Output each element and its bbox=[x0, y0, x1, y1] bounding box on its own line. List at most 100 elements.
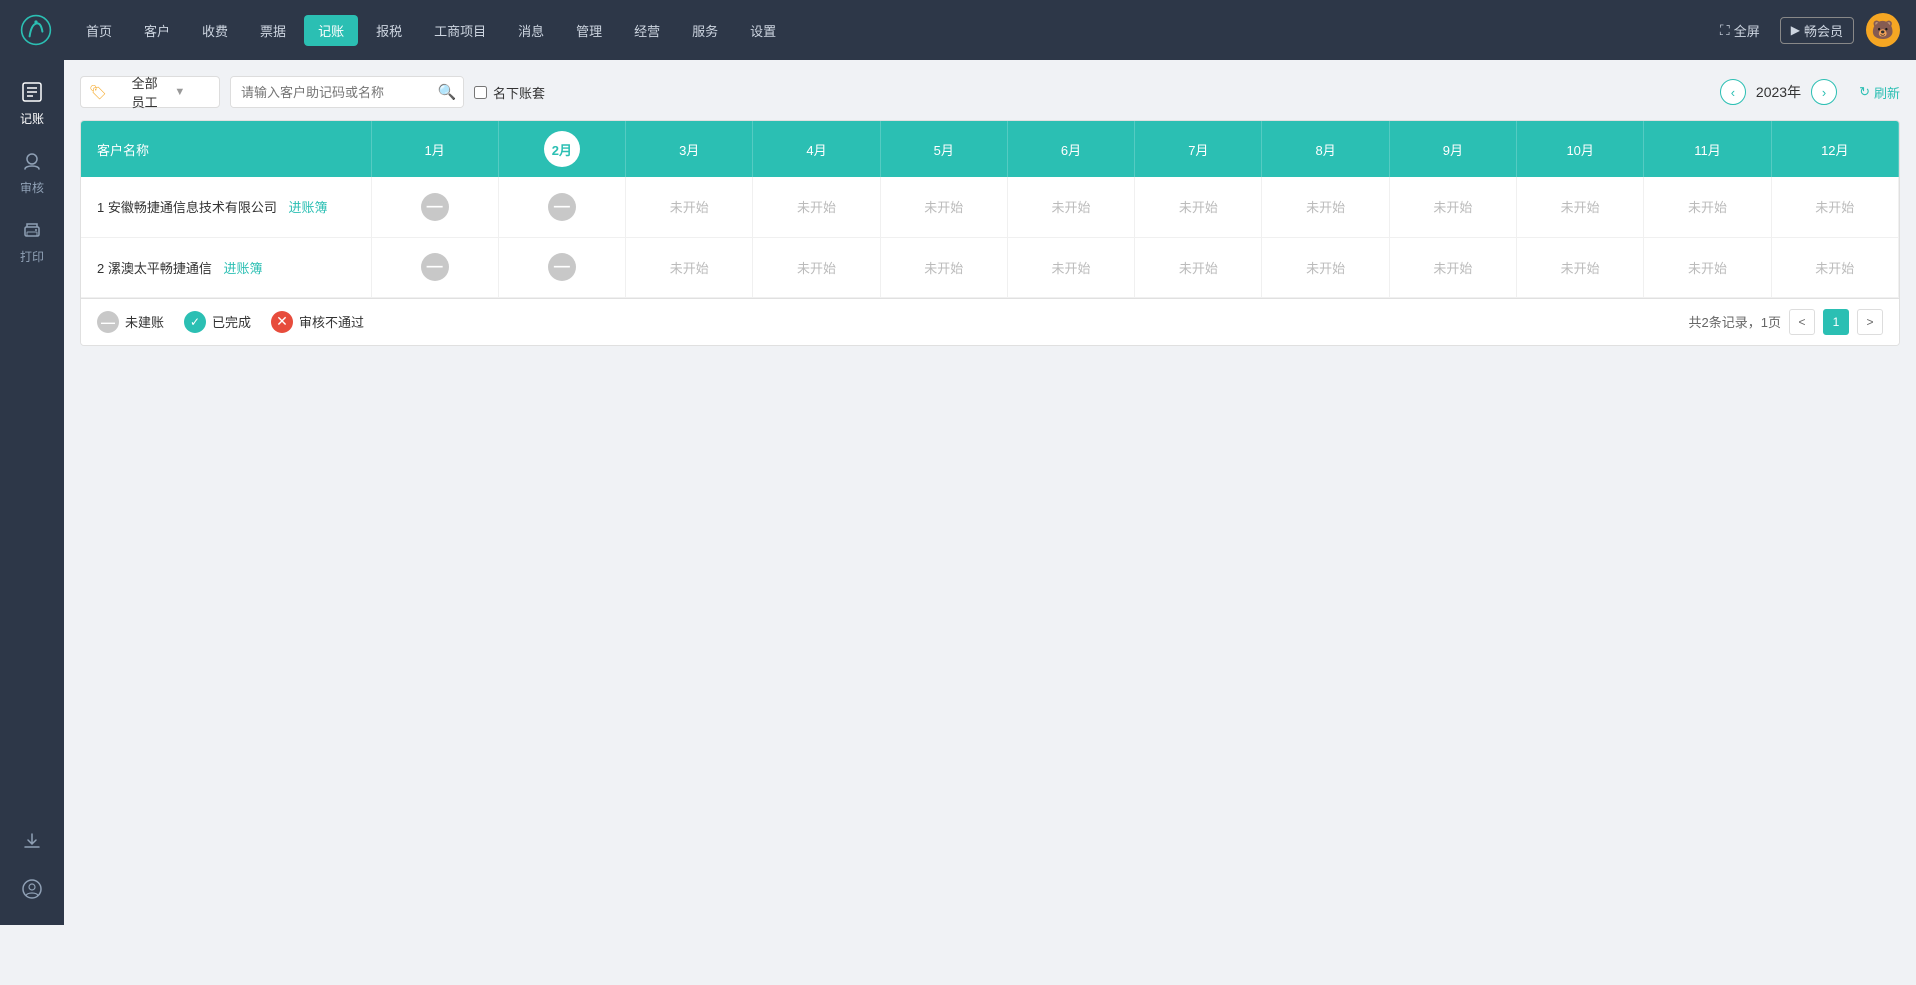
row1-jul: 未开始 bbox=[1135, 177, 1262, 237]
status-dash-icon: — bbox=[421, 193, 449, 221]
sidebar-label-accounting: 记账 bbox=[20, 110, 44, 127]
sidebar-bottom bbox=[0, 817, 64, 925]
col-apr: 4月 bbox=[753, 121, 880, 177]
row1-feb: — bbox=[498, 177, 625, 237]
search-input[interactable] bbox=[231, 77, 431, 107]
row2-feb: — bbox=[498, 237, 625, 297]
nav-manage[interactable]: 管理 bbox=[562, 15, 616, 46]
nav-message[interactable]: 消息 bbox=[504, 15, 558, 46]
sidebar-item-review[interactable]: 审核 bbox=[0, 137, 64, 206]
not-started-label: 未开始 bbox=[1306, 200, 1345, 215]
client-index-2: 2 bbox=[97, 261, 108, 276]
legend-rejected: ✕ 审核不通过 bbox=[271, 311, 364, 333]
prev-page-button[interactable]: < bbox=[1789, 309, 1815, 335]
row2-sep: 未开始 bbox=[1389, 237, 1516, 297]
next-year-button[interactable]: › bbox=[1811, 79, 1837, 105]
my-account-text: 名下账套 bbox=[493, 83, 545, 102]
row2-mar: 未开始 bbox=[626, 237, 753, 297]
not-started-label: 未开始 bbox=[1306, 261, 1345, 276]
not-started-label: 未开始 bbox=[670, 200, 709, 215]
row2-jan: — bbox=[371, 237, 498, 297]
nav-business[interactable]: 工商项目 bbox=[420, 15, 500, 46]
sidebar-item-accounting[interactable]: 记账 bbox=[0, 68, 64, 137]
year-label: 2023年 bbox=[1756, 82, 1801, 102]
pagination: 共2条记录，1页 < 1 > bbox=[1689, 309, 1883, 335]
nav-operation[interactable]: 经营 bbox=[620, 15, 674, 46]
client-name-1: 安徽畅捷通信息技术有限公司 bbox=[108, 200, 277, 215]
sidebar-item-print[interactable]: 打印 bbox=[0, 206, 64, 275]
row1-aug: 未开始 bbox=[1262, 177, 1389, 237]
col-jun: 6月 bbox=[1007, 121, 1134, 177]
my-account-label[interactable]: 名下账套 bbox=[474, 83, 545, 102]
sidebar-label-print: 打印 bbox=[20, 248, 44, 265]
next-page-button[interactable]: > bbox=[1857, 309, 1883, 335]
row1-apr: 未开始 bbox=[753, 177, 880, 237]
toolbar: 🏷 全部员工 ▼ 🔍 名下账套 ‹ 2023年 › ↻ 刷新 bbox=[80, 76, 1900, 108]
play-icon: ▶ bbox=[1791, 23, 1800, 37]
row2-apr: 未开始 bbox=[753, 237, 880, 297]
not-started-label: 未开始 bbox=[1561, 200, 1600, 215]
not-started-label: 未开始 bbox=[1052, 261, 1091, 276]
col-nov: 11月 bbox=[1644, 121, 1771, 177]
row1-mar: 未开始 bbox=[626, 177, 753, 237]
nav-accounting[interactable]: 记账 bbox=[304, 15, 358, 46]
main-content: 🏷 全部员工 ▼ 🔍 名下账套 ‹ 2023年 › ↻ 刷新 bbox=[64, 60, 1916, 925]
not-started-label: 未开始 bbox=[670, 261, 709, 276]
col-feb: 2月 bbox=[498, 121, 625, 177]
nav-invoice[interactable]: 票据 bbox=[246, 15, 300, 46]
enter-link-2[interactable]: 进账簿 bbox=[223, 261, 262, 276]
nav-home[interactable]: 首页 bbox=[72, 15, 126, 46]
legend-not-created: — 未建账 bbox=[97, 311, 164, 333]
vip-label: 畅会员 bbox=[1804, 21, 1843, 40]
nav-service[interactable]: 服务 bbox=[678, 15, 732, 46]
row1-jun: 未开始 bbox=[1007, 177, 1134, 237]
legend-completed: ✓ 已完成 bbox=[184, 311, 251, 333]
app-logo bbox=[16, 10, 56, 50]
col-sep: 9月 bbox=[1389, 121, 1516, 177]
table-scroll-area[interactable]: 客户名称 1月 2月 3月 4月 5月 6月 7月 8月 9月 10月 11月 bbox=[81, 121, 1899, 298]
not-started-label: 未开始 bbox=[1688, 200, 1727, 215]
legend-completed-label: 已完成 bbox=[212, 312, 251, 331]
table-footer: — 未建账 ✓ 已完成 ✕ 审核不通过 共2条记录，1页 < 1 > bbox=[81, 298, 1899, 345]
refresh-button[interactable]: ↻ 刷新 bbox=[1859, 83, 1900, 102]
avatar[interactable]: 🐻 bbox=[1866, 13, 1900, 47]
nav-tax[interactable]: 报税 bbox=[362, 15, 416, 46]
accounting-icon bbox=[18, 78, 46, 106]
sidebar-item-user-circle[interactable] bbox=[0, 865, 64, 913]
total-records: 共2条记录，1页 bbox=[1689, 312, 1781, 331]
row1-oct: 未开始 bbox=[1517, 177, 1644, 237]
status-dash-icon: — bbox=[421, 253, 449, 281]
status-dash-icon: — bbox=[548, 193, 576, 221]
nav-fee[interactable]: 收费 bbox=[188, 15, 242, 46]
user-circle-icon bbox=[18, 875, 46, 903]
prev-year-button[interactable]: ‹ bbox=[1720, 79, 1746, 105]
not-started-label: 未开始 bbox=[1179, 200, 1218, 215]
not-started-label: 未开始 bbox=[797, 261, 836, 276]
row1-dec: 未开始 bbox=[1771, 177, 1898, 237]
col-jul: 7月 bbox=[1135, 121, 1262, 177]
fullscreen-button[interactable]: ⛶ 全屏 bbox=[1712, 17, 1768, 44]
col-dec: 12月 bbox=[1771, 121, 1898, 177]
not-started-label: 未开始 bbox=[924, 200, 963, 215]
row1-jan: — bbox=[371, 177, 498, 237]
row2-oct: 未开始 bbox=[1517, 237, 1644, 297]
download-icon bbox=[18, 827, 46, 855]
enter-link-1[interactable]: 进账簿 bbox=[288, 200, 327, 215]
nav-settings[interactable]: 设置 bbox=[736, 15, 790, 46]
vip-button[interactable]: ▶ 畅会员 bbox=[1780, 17, 1854, 44]
sidebar-item-download[interactable] bbox=[0, 817, 64, 865]
row2-aug: 未开始 bbox=[1262, 237, 1389, 297]
employee-select[interactable]: 🏷 全部员工 ▼ bbox=[80, 76, 220, 108]
my-account-checkbox[interactable] bbox=[474, 86, 487, 99]
nav-client[interactable]: 客户 bbox=[130, 15, 184, 46]
chevron-down-icon: ▼ bbox=[174, 86, 211, 98]
employee-icon: 🏷 bbox=[89, 84, 126, 101]
status-dash-icon: — bbox=[548, 253, 576, 281]
review-icon bbox=[18, 147, 46, 175]
not-started-label: 未开始 bbox=[797, 200, 836, 215]
row2-jun: 未开始 bbox=[1007, 237, 1134, 297]
search-button[interactable]: 🔍 bbox=[431, 76, 463, 108]
legend-dot-teal: ✓ bbox=[184, 311, 206, 333]
current-page-button[interactable]: 1 bbox=[1823, 309, 1849, 335]
fullscreen-icon: ⛶ bbox=[1720, 22, 1730, 39]
